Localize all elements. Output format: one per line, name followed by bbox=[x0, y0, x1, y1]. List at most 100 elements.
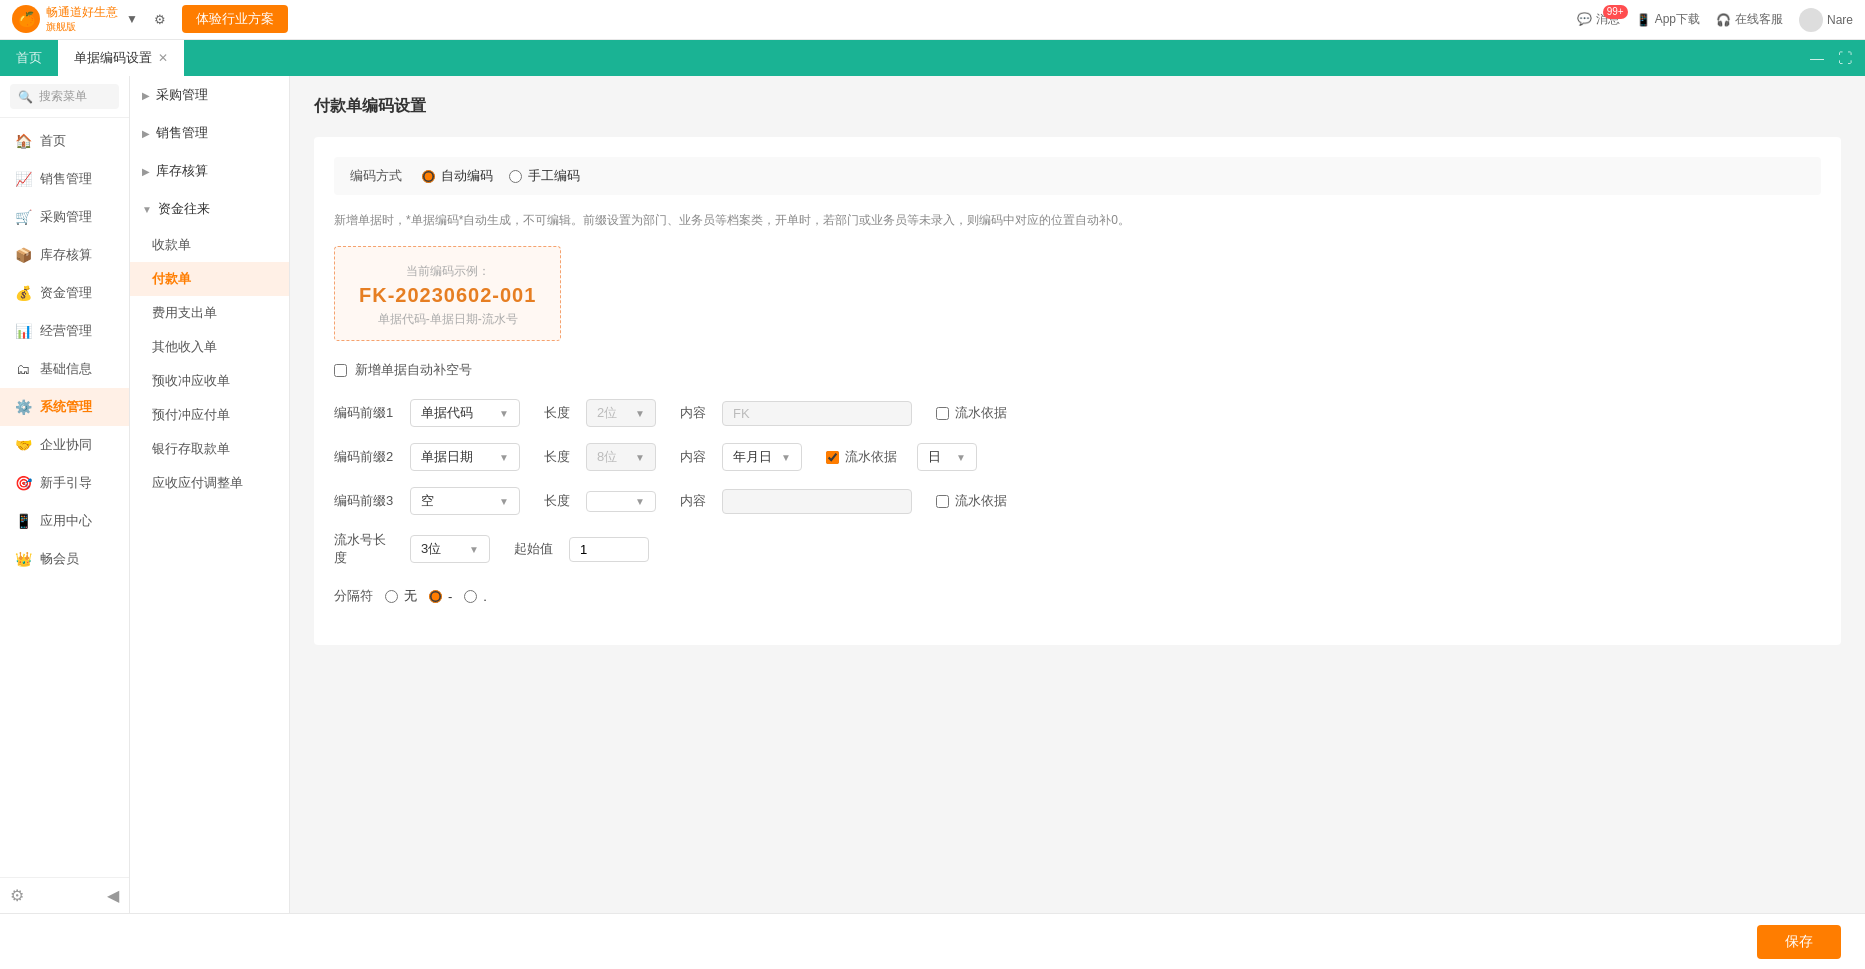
sidebar-item-purchase[interactable]: 🛒 采购管理 bbox=[0, 198, 129, 236]
sec-item-payment[interactable]: 付款单 bbox=[130, 262, 289, 296]
auto-fill-checkbox[interactable] bbox=[334, 364, 347, 377]
prefix-2-value: 单据日期 bbox=[421, 448, 473, 466]
tab-window-controls: — ⛶ bbox=[1805, 46, 1865, 70]
apps-icon: 📱 bbox=[14, 512, 32, 530]
manual-encode-radio[interactable] bbox=[509, 170, 522, 183]
auto-encode-option[interactable]: 自动编码 bbox=[422, 167, 493, 185]
sec-label-inventory: 库存核算 bbox=[156, 162, 208, 180]
sidebar-item-inventory[interactable]: 📦 库存核算 bbox=[0, 236, 129, 274]
length-3-select[interactable]: ▼ bbox=[586, 491, 656, 512]
sidebar-label-guide: 新手引导 bbox=[40, 474, 92, 492]
waterflow-1-checkbox[interactable] bbox=[936, 407, 949, 420]
minimize-icon[interactable]: — bbox=[1805, 46, 1829, 70]
separator-none-option[interactable]: 无 bbox=[385, 587, 417, 605]
sec-header-inventory[interactable]: ▶ 库存核算 bbox=[130, 152, 289, 190]
prefix-2-label: 编码前缀2 bbox=[334, 448, 394, 466]
separator-dash-radio[interactable] bbox=[429, 590, 442, 603]
serial-label: 流水号长度 bbox=[334, 531, 394, 567]
sidebar-item-apps[interactable]: 📱 应用中心 bbox=[0, 502, 129, 540]
day-2-select[interactable]: 日 ▼ bbox=[917, 443, 977, 471]
sec-item-receipt[interactable]: 收款单 bbox=[130, 228, 289, 262]
basic-icon: 🗂 bbox=[14, 360, 32, 378]
separator-none-radio[interactable] bbox=[385, 590, 398, 603]
waterflow-3-label: 流水依据 bbox=[955, 492, 1007, 510]
dropdown-control[interactable]: ▼ bbox=[126, 12, 138, 26]
sec-header-capital[interactable]: ▼ 资金往来 bbox=[130, 190, 289, 228]
sec-header-sales[interactable]: ▶ 销售管理 bbox=[130, 114, 289, 152]
sidebar-item-basic[interactable]: 🗂 基础信息 bbox=[0, 350, 129, 388]
app-logo: 🍊 畅通道好生意 旗舰版 bbox=[12, 5, 118, 33]
content-2-value: 年月日 bbox=[733, 448, 772, 466]
auto-fill-label: 新增单据自动补空号 bbox=[355, 361, 472, 379]
prefix-3-arrow: ▼ bbox=[499, 496, 509, 507]
sidebar-item-enterprise[interactable]: 🤝 企业协同 bbox=[0, 426, 129, 464]
sidebar-item-members[interactable]: 👑 畅会员 bbox=[0, 540, 129, 578]
tab-close-icon[interactable]: ✕ bbox=[158, 51, 168, 65]
auto-encode-radio[interactable] bbox=[422, 170, 435, 183]
message-count: 99+ bbox=[1603, 5, 1628, 19]
sidebar-item-management[interactable]: 📊 经营管理 bbox=[0, 312, 129, 350]
top-bar-right: 💬 消息 99+ 📱 App下载 🎧 在线客服 Nare bbox=[1577, 8, 1853, 32]
sidebar-item-system[interactable]: ⚙️ 系统管理 bbox=[0, 388, 129, 426]
sidebar-label-sales: 销售管理 bbox=[40, 170, 92, 188]
sec-item-advance-receive[interactable]: 预收冲应收单 bbox=[130, 364, 289, 398]
trial-button[interactable]: 体验行业方案 bbox=[182, 5, 288, 33]
main-tabs: 首页 单据编码设置 ✕ — ⛶ bbox=[0, 40, 1865, 76]
collapse-icon[interactable]: ◀ bbox=[107, 886, 119, 905]
prefix-2-select[interactable]: 单据日期 ▼ bbox=[410, 443, 520, 471]
encoding-method-row: 编码方式 自动编码 手工编码 bbox=[334, 157, 1821, 195]
tab-home[interactable]: 首页 bbox=[0, 40, 58, 76]
tab-encode-settings[interactable]: 单据编码设置 ✕ bbox=[58, 40, 184, 76]
user-profile[interactable]: Nare bbox=[1799, 8, 1853, 32]
waterflow-3-checkbox[interactable] bbox=[936, 495, 949, 508]
separator-dot-radio[interactable] bbox=[464, 590, 477, 603]
sec-item-bank[interactable]: 银行存取款单 bbox=[130, 432, 289, 466]
sidebar-item-home[interactable]: 🏠 首页 bbox=[0, 122, 129, 160]
start-val-label: 起始值 bbox=[514, 540, 553, 558]
sec-header-purchase[interactable]: ▶ 采购管理 bbox=[130, 76, 289, 114]
online-service-button[interactable]: 🎧 在线客服 bbox=[1716, 11, 1783, 28]
auto-encode-label: 自动编码 bbox=[441, 167, 493, 185]
sidebar-item-sales[interactable]: 📈 销售管理 bbox=[0, 160, 129, 198]
code-preview-box: 当前编码示例： FK-20230602-001 单据代码-单据日期-流水号 bbox=[334, 246, 561, 341]
sidebar-search[interactable]: 🔍 搜索菜单 bbox=[0, 76, 129, 118]
app-download-icon: 📱 bbox=[1636, 13, 1651, 27]
sidebar-nav: 🏠 首页 📈 销售管理 🛒 采购管理 📦 库存核算 💰 资金管理 📊 经 bbox=[0, 118, 129, 877]
settings-footer-icon[interactable]: ⚙ bbox=[10, 886, 24, 905]
prefix-1-select[interactable]: 单据代码 ▼ bbox=[410, 399, 520, 427]
length-3-arrow: ▼ bbox=[635, 496, 645, 507]
sidebar-item-finance[interactable]: 💰 资金管理 bbox=[0, 274, 129, 312]
main-layout: 🔍 搜索菜单 🏠 首页 📈 销售管理 🛒 采购管理 📦 库存核算 💰 bbox=[0, 76, 1865, 913]
separator-label: 分隔符 bbox=[334, 587, 373, 605]
serial-select[interactable]: 3位 ▼ bbox=[410, 535, 490, 563]
content-3-label: 内容 bbox=[680, 492, 706, 510]
sec-item-expense[interactable]: 费用支出单 bbox=[130, 296, 289, 330]
home-icon: 🏠 bbox=[14, 132, 32, 150]
save-button[interactable]: 保存 bbox=[1757, 925, 1841, 959]
content-3-input[interactable] bbox=[722, 489, 912, 514]
prefix-3-select[interactable]: 空 ▼ bbox=[410, 487, 520, 515]
expand-arrow-icon: ▼ bbox=[142, 204, 152, 215]
settings-icon[interactable]: ⚙ bbox=[146, 5, 174, 33]
app-download-button[interactable]: 📱 App下载 bbox=[1636, 11, 1700, 28]
prefix-3-value: 空 bbox=[421, 492, 434, 510]
start-val-input[interactable] bbox=[569, 537, 649, 562]
sec-item-other-income[interactable]: 其他收入单 bbox=[130, 330, 289, 364]
message-button[interactable]: 💬 消息 99+ bbox=[1577, 11, 1619, 28]
serial-value: 3位 bbox=[421, 540, 441, 558]
separator-dot-option[interactable]: . bbox=[464, 589, 487, 604]
manual-encode-option[interactable]: 手工编码 bbox=[509, 167, 580, 185]
separator-dash-option[interactable]: - bbox=[429, 589, 452, 604]
length-2-select: 8位 ▼ bbox=[586, 443, 656, 471]
encoding-radio-group: 自动编码 手工编码 bbox=[422, 167, 580, 185]
maximize-icon[interactable]: ⛶ bbox=[1833, 46, 1857, 70]
page-title: 付款单编码设置 bbox=[314, 96, 1841, 117]
sec-label-sales: 销售管理 bbox=[156, 124, 208, 142]
content-2-select[interactable]: 年月日 ▼ bbox=[722, 443, 802, 471]
sec-item-advance-pay[interactable]: 预付冲应付单 bbox=[130, 398, 289, 432]
sec-item-adjustment[interactable]: 应收应付调整单 bbox=[130, 466, 289, 500]
search-input-wrapper[interactable]: 🔍 搜索菜单 bbox=[10, 84, 119, 109]
waterflow-2-checkbox[interactable] bbox=[826, 451, 839, 464]
sidebar-label-enterprise: 企业协同 bbox=[40, 436, 92, 454]
sidebar-item-guide[interactable]: 🎯 新手引导 bbox=[0, 464, 129, 502]
